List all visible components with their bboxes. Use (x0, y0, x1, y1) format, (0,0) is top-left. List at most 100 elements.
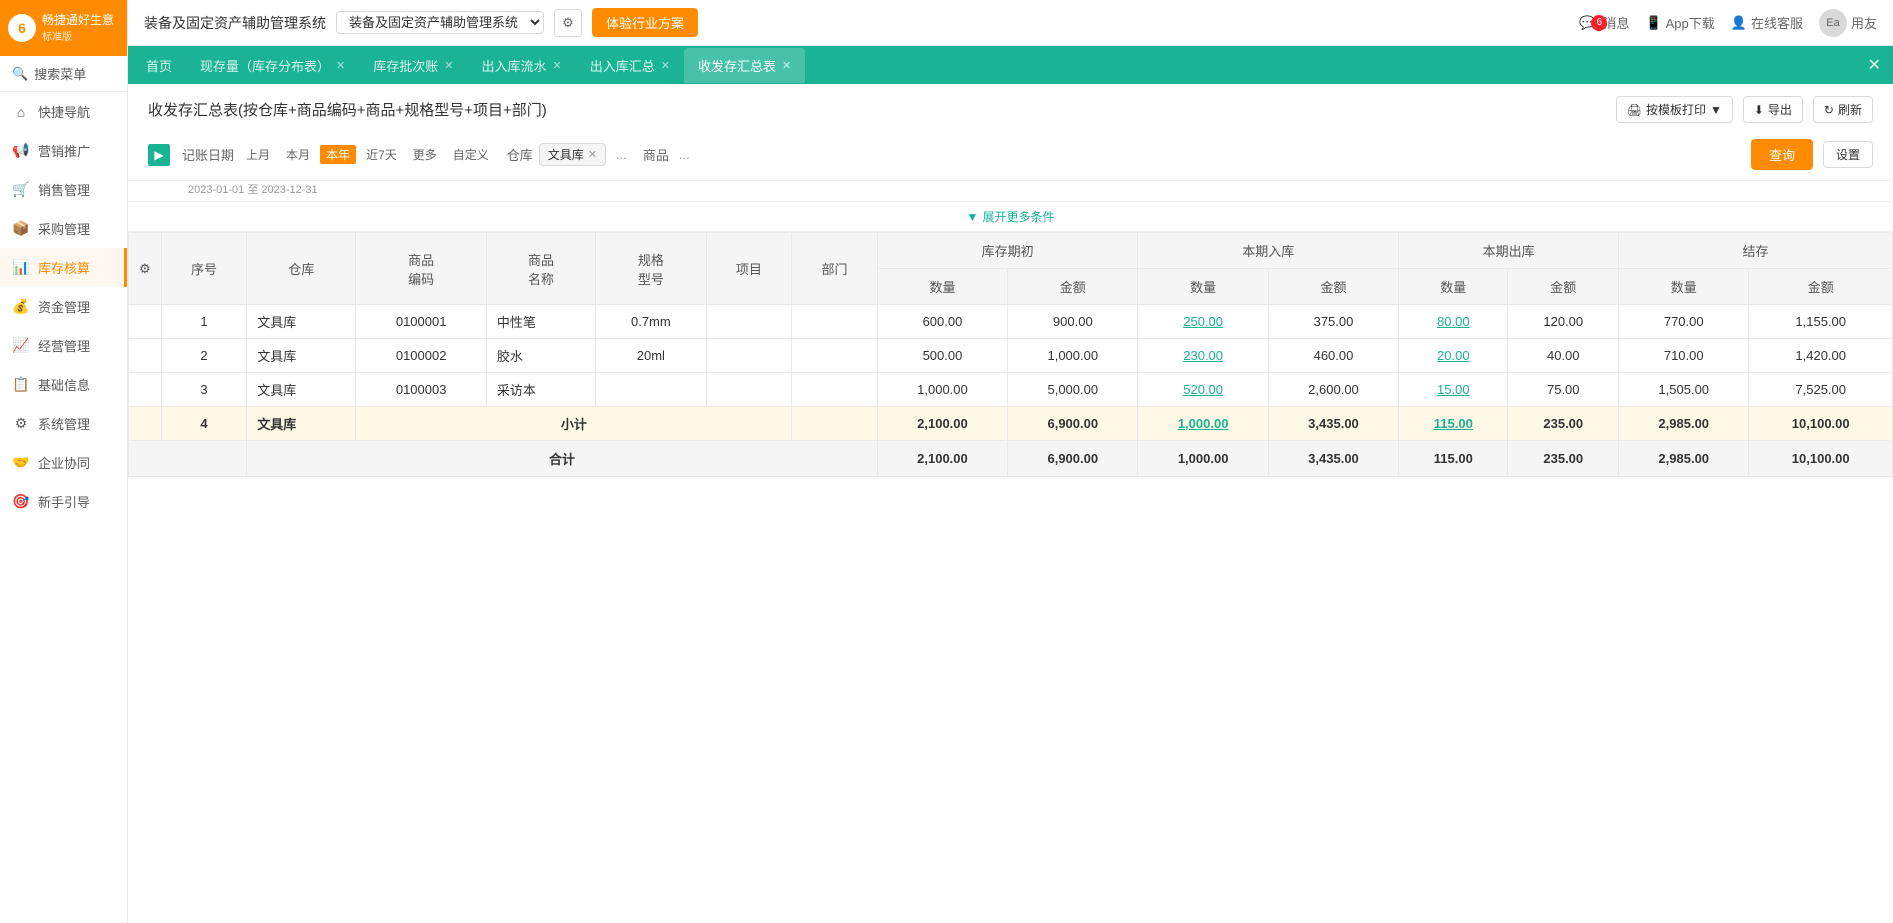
close-all-tabs[interactable]: ✕ (1860, 55, 1889, 75)
sidebar-item-purchase[interactable]: 📦 采购管理 (0, 209, 127, 248)
sidebar-item-basic[interactable]: 📋 基础信息 (0, 365, 127, 404)
cell-name: 中性笔 (486, 305, 595, 339)
tab-close-inout-flow[interactable]: ✕ (553, 59, 562, 72)
message-item[interactable]: 💬 6 消息 (1579, 13, 1629, 32)
chevron-down-icon: ▼ (1710, 103, 1722, 117)
tab-close-inventory-dist[interactable]: ✕ (336, 59, 345, 72)
sidebar-item-quick-nav[interactable]: ⌂ 快捷导航 (0, 92, 127, 131)
date-option-this-year[interactable]: 本年 (320, 145, 356, 164)
cell-out-qty[interactable]: 115.00 (1399, 407, 1508, 441)
cell-in-amt: 3,435.00 (1268, 407, 1398, 441)
th-opening-amt: 金额 (1008, 269, 1138, 305)
cell-out-qty[interactable]: 15.00 (1399, 373, 1508, 407)
cell-spec: 0.7mm (596, 305, 707, 339)
sidebar-item-sales[interactable]: 🛒 销售管理 (0, 170, 127, 209)
footer-open-amt: 6,900.00 (1008, 441, 1138, 477)
tab-close-inout-summary[interactable]: ✕ (661, 59, 670, 72)
tab-recv-send-summary[interactable]: 收发存汇总表 ✕ (684, 48, 805, 83)
query-button[interactable]: 查询 (1751, 139, 1813, 170)
th-group-in: 本期入库 (1138, 233, 1399, 269)
cell-open-qty: 2,100.00 (877, 407, 1007, 441)
online-service-item[interactable]: 👤 在线客服 (1731, 13, 1803, 32)
search-menu[interactable]: 🔍 搜索菜单 (0, 56, 127, 92)
topbar-left: 装备及固定资产辅助管理系统 装备及固定资产辅助管理系统 ⚙ 体验行业方案 (144, 8, 698, 37)
table-row: 3 文具库 0100003 采访本 1,000.00 5,000.00 520.… (129, 373, 1893, 407)
cell-close-qty: 710.00 (1619, 339, 1749, 373)
footer-in-qty: 1,000.00 (1138, 441, 1268, 477)
footer-label: 合计 (247, 441, 878, 477)
cell-no: 2 (161, 339, 247, 373)
cell-dept (792, 305, 878, 339)
content-area: 收发存汇总表(按仓库+商品编码+商品+规格型号+项目+部门) 🖨 按模板打印 ▼… (128, 84, 1893, 923)
date-option-more[interactable]: 更多 (407, 145, 443, 164)
footer-label-cell (129, 441, 247, 477)
cell-open-amt: 1,000.00 (1008, 339, 1138, 373)
warehouse-tag[interactable]: 文具库 ✕ (539, 143, 606, 166)
sidebar-item-marketing[interactable]: 📢 营销推广 (0, 131, 127, 170)
tab-close-batch-ledger[interactable]: ✕ (444, 59, 453, 72)
gear-button[interactable]: ⚙ (554, 9, 582, 37)
tab-batch-ledger[interactable]: 库存批次账 ✕ (359, 48, 467, 83)
refresh-button[interactable]: ↻ 刷新 (1813, 96, 1873, 123)
th-settings[interactable]: ⚙ (129, 233, 162, 305)
cell-out-amt: 75.00 (1508, 373, 1619, 407)
export-button[interactable]: ⬇ 导出 (1743, 96, 1803, 123)
date-label: 记账日期 (182, 145, 234, 164)
sidebar-item-system[interactable]: ⚙ 系统管理 (0, 404, 127, 443)
th-group-out: 本期出库 (1399, 233, 1619, 269)
cell-close-qty: 2,985.00 (1619, 407, 1749, 441)
system-icon: ⚙ (12, 415, 30, 433)
sidebar-item-finance[interactable]: 💰 资金管理 (0, 287, 127, 326)
tab-inout-flow[interactable]: 出入库流水 ✕ (467, 48, 575, 83)
table-footer: 合计 2,100.00 6,900.00 1,000.00 3,435.00 1… (129, 441, 1893, 477)
settings-button[interactable]: 设置 (1823, 141, 1873, 168)
warehouse-tag-close[interactable]: ✕ (588, 148, 597, 161)
cell-warehouse: 文具库 (247, 305, 356, 339)
sidebar-item-operations[interactable]: 📈 经营管理 (0, 326, 127, 365)
print-button[interactable]: 🖨 按模板打印 ▼ (1616, 96, 1733, 123)
cell-out-qty[interactable]: 20.00 (1399, 339, 1508, 373)
warehouse-filter-group: 仓库 文具库 ✕ ... (507, 143, 631, 166)
cell-in-qty[interactable]: 230.00 (1138, 339, 1268, 373)
sidebar-item-inventory[interactable]: 📊 库存核算 (0, 248, 127, 287)
date-option-7days[interactable]: 近7天 (360, 145, 403, 164)
sales-icon: 🛒 (12, 181, 30, 199)
cell-in-qty[interactable]: 1,000.00 (1138, 407, 1268, 441)
cell-in-qty[interactable]: 250.00 (1138, 305, 1268, 339)
sidebar-item-enterprise[interactable]: 🤝 企业协同 (0, 443, 127, 482)
tab-inout-summary[interactable]: 出入库汇总 ✕ (576, 48, 684, 83)
cell-code: 0100001 (356, 305, 486, 339)
app-download-item[interactable]: 📱 App下载 (1645, 13, 1714, 32)
sidebar: 6 畅捷通好生意 标准版 🔍 搜索菜单 ⌂ 快捷导航 📢 营销推广 🛒 销售管理… (0, 0, 128, 923)
system-select[interactable]: 装备及固定资产辅助管理系统 (336, 11, 544, 34)
cell-out-amt: 40.00 (1508, 339, 1619, 373)
cell-close-amt: 7,525.00 (1749, 373, 1893, 407)
logo-icon: 6 (8, 14, 36, 42)
tab-home[interactable]: 首页 (132, 48, 186, 83)
expand-more-btn[interactable]: ▼ 展开更多条件 (128, 201, 1893, 232)
cell-close-qty: 770.00 (1619, 305, 1749, 339)
experience-btn[interactable]: 体验行业方案 (592, 8, 698, 37)
date-option-last-month[interactable]: 上月 (240, 145, 276, 164)
cell-open-qty: 1,000.00 (877, 373, 1007, 407)
page-header-row: 收发存汇总表(按仓库+商品编码+商品+规格型号+项目+部门) 🖨 按模板打印 ▼… (128, 84, 1893, 129)
cell-out-qty[interactable]: 80.00 (1399, 305, 1508, 339)
enterprise-icon: 🤝 (12, 454, 30, 472)
tab-inventory-dist[interactable]: 现存量（库存分布表） ✕ (186, 48, 359, 83)
goods-dots[interactable]: ... (675, 147, 694, 162)
cell-open-amt: 5,000.00 (1008, 373, 1138, 407)
date-option-this-month[interactable]: 本月 (280, 145, 316, 164)
warehouse-dots[interactable]: ... (612, 147, 631, 162)
user-item[interactable]: Ea 用友 (1819, 9, 1877, 37)
cell-in-qty[interactable]: 520.00 (1138, 373, 1268, 407)
download-icon: 📱 (1645, 15, 1661, 31)
sidebar-item-guide[interactable]: 🎯 新手引导 (0, 482, 127, 521)
sidebar-logo: 6 畅捷通好生意 标准版 (0, 0, 127, 56)
tab-close-recv-send-summary[interactable]: ✕ (782, 59, 791, 72)
th-opening-qty: 数量 (877, 269, 1007, 305)
footer-close-amt: 10,100.00 (1749, 441, 1893, 477)
cell-code: 0100003 (356, 373, 486, 407)
filter-expand-arrow[interactable]: ▶ (148, 144, 170, 166)
date-option-custom[interactable]: 自定义 (447, 145, 495, 164)
table-wrapper: ⚙ 序号 仓库 商品编码 商品名称 规格型号 项目 部门 库存期初 本期入库 本… (128, 232, 1893, 477)
